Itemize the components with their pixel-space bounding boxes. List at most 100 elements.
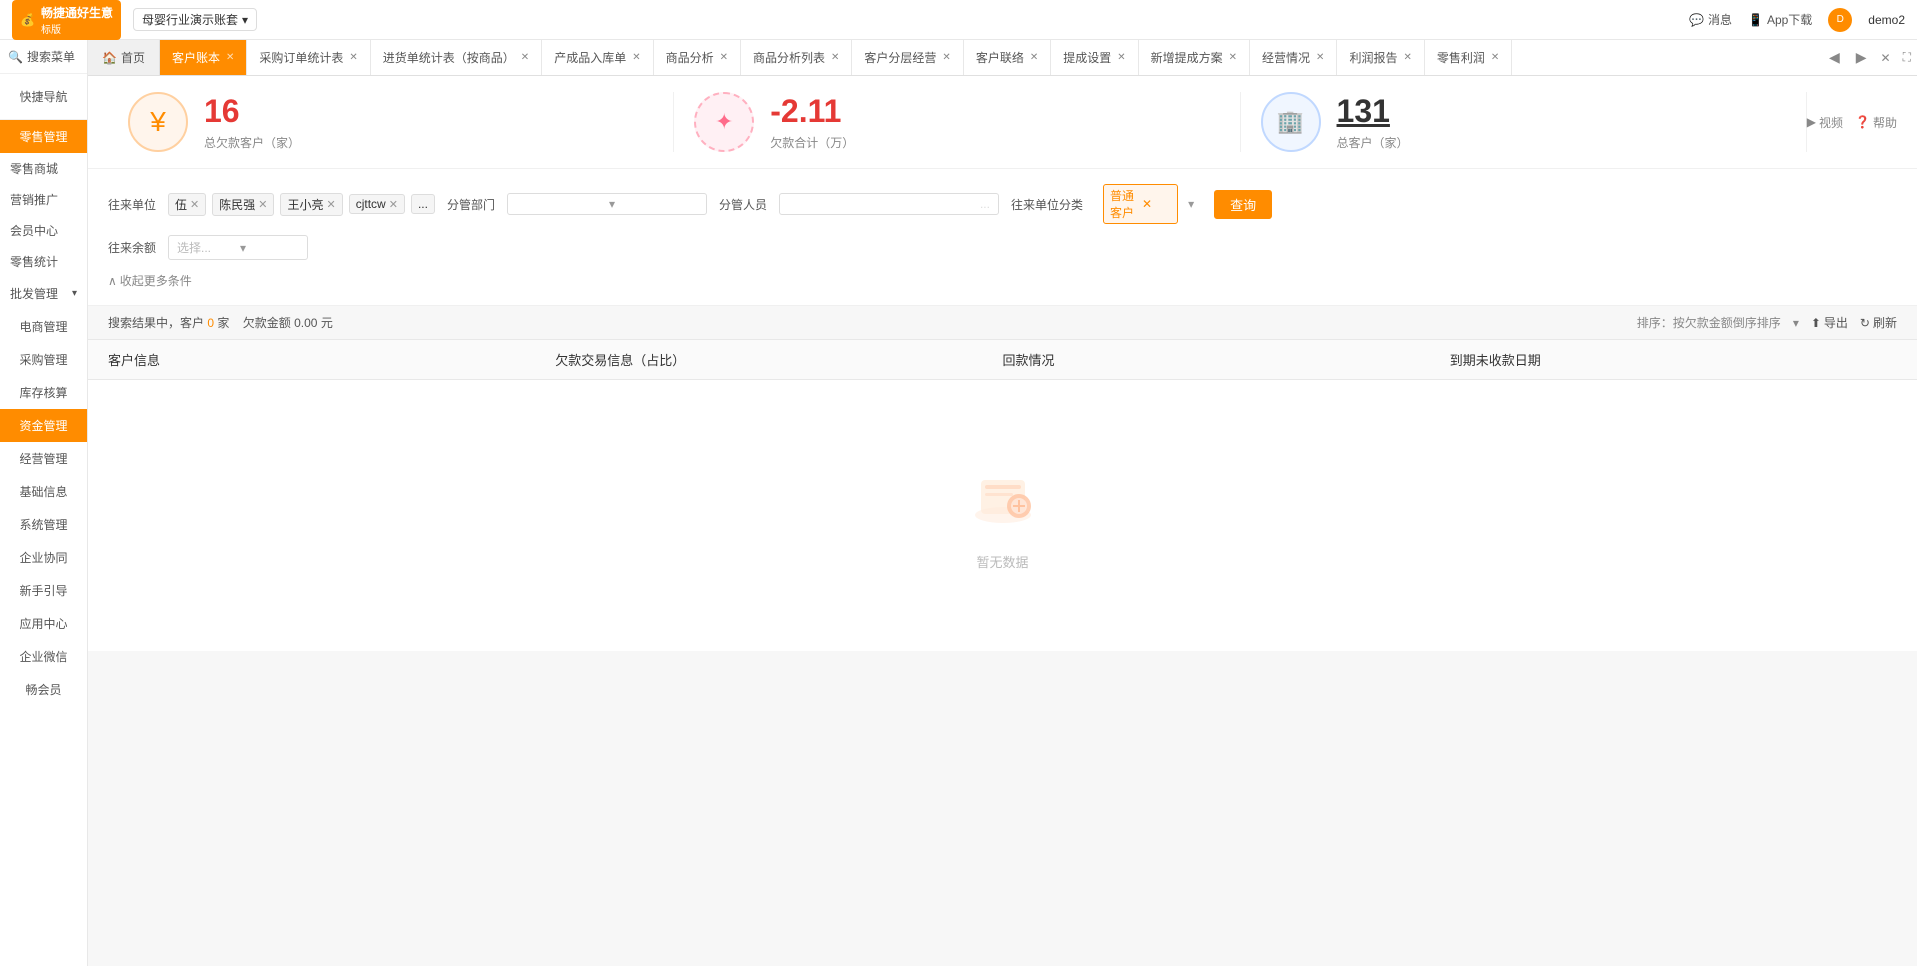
- tab-new-commission[interactable]: 新增提成方案 ✕: [1139, 40, 1250, 75]
- empty-text: 暂无数据: [976, 552, 1028, 571]
- filter-balance-select[interactable]: 选择... ▾: [168, 235, 308, 260]
- remove-tag-wu[interactable]: ✕: [190, 198, 199, 211]
- sidebar-item-marketing[interactable]: 营销推广: [0, 184, 87, 215]
- tab-customer-ledger[interactable]: 客户账本 ✕: [160, 40, 247, 75]
- stat-values-customers: 16 总欠款客户（家）: [204, 93, 300, 151]
- remove-tag-chen[interactable]: ✕: [258, 198, 267, 211]
- remove-tag-wang[interactable]: ✕: [327, 198, 336, 211]
- filter-tags-more[interactable]: ...: [411, 194, 435, 214]
- sidebar-item-member[interactable]: 会员中心: [0, 215, 87, 246]
- filter-type-select[interactable]: 普通客户 ✕ ▾: [1095, 181, 1202, 227]
- chevron-down-icon: ▾: [242, 13, 248, 27]
- help-icon: ❓: [1855, 115, 1870, 129]
- tab-close-icon[interactable]: ✕: [1316, 52, 1324, 63]
- tab-close-icon[interactable]: ✕: [632, 52, 640, 63]
- tab-close-icon[interactable]: ✕: [720, 52, 728, 63]
- tab-close-icon[interactable]: ✕: [1117, 52, 1125, 63]
- filter-unit-tags: 伍 ✕ 陈民强 ✕ 王小亮 ✕ cjttcw ✕: [168, 193, 435, 216]
- sidebar-item-finance[interactable]: 资金管理: [0, 409, 87, 442]
- sidebar-item-wholesale[interactable]: 批发管理 ▾: [0, 277, 87, 310]
- sidebar-item-system[interactable]: 系统管理: [0, 508, 87, 541]
- tab-close-icon[interactable]: ✕: [521, 52, 529, 63]
- sidebar-item-retail[interactable]: 零售管理: [0, 120, 87, 153]
- tab-close-icon[interactable]: ✕: [226, 52, 234, 63]
- stats-row: ¥ 16 总欠款客户（家） ✦ -2.11 欠款合计（万） 🏢: [88, 76, 1917, 169]
- tab-close-icon[interactable]: ✕: [349, 52, 357, 63]
- tab-close-icon[interactable]: ✕: [942, 52, 950, 63]
- export-button[interactable]: ⬆ 导出: [1811, 314, 1848, 331]
- stat-value-total: 131: [1337, 93, 1409, 130]
- sidebar-item-vip[interactable]: 畅会员: [0, 673, 87, 706]
- quick-nav-item[interactable]: 快捷导航: [0, 80, 87, 113]
- stat-card-total: 🏢 131 总客户（家）: [1241, 92, 1807, 152]
- sidebar-item-wechat[interactable]: 企业微信: [0, 640, 87, 673]
- filter-tag-wang: 王小亮 ✕: [280, 193, 342, 216]
- tab-close-icon[interactable]: ✕: [1403, 52, 1411, 63]
- filter-person-input[interactable]: ...: [779, 193, 999, 215]
- filter-person-label: 分管人员: [719, 196, 767, 213]
- remove-tag-cjttcw[interactable]: ✕: [389, 198, 398, 211]
- tab-retail-profit[interactable]: 零售利润 ✕: [1425, 40, 1512, 75]
- remove-type-tag[interactable]: ✕: [1142, 197, 1171, 211]
- sidebar-item-operations[interactable]: 经营管理: [0, 442, 87, 475]
- sidebar-item-apps[interactable]: 应用中心: [0, 607, 87, 640]
- tab-customer-contact[interactable]: 客户联络 ✕: [964, 40, 1051, 75]
- stat-actions: ▶ 视频 ❓ 帮助: [1807, 114, 1897, 131]
- refresh-button[interactable]: ↻ 刷新: [1860, 314, 1897, 331]
- tab-purchase-stats[interactable]: 采购订单统计表 ✕: [247, 40, 370, 75]
- logo-text: 畅捷通好生意 标版: [41, 4, 113, 36]
- sidebar: 🔍 搜索菜单 快捷导航 零售管理 零售商城 营销推广 会员中心 零售统计 批发管…: [0, 40, 88, 966]
- filter-tag-chen: 陈民强 ✕: [212, 193, 274, 216]
- collapse-filters-button[interactable]: ∧ 收起更多条件: [108, 272, 1897, 289]
- app-download-button[interactable]: 📱 App下载: [1748, 11, 1812, 28]
- tab-next-icon[interactable]: ▶: [1848, 49, 1875, 66]
- search-menu[interactable]: 🔍 搜索菜单: [0, 40, 87, 74]
- tab-production-entry[interactable]: 产成品入库单 ✕: [542, 40, 653, 75]
- messages-button[interactable]: 💬 消息: [1689, 11, 1732, 28]
- sort-control[interactable]: 排序：按欠款金额倒序排序: [1637, 314, 1781, 331]
- tab-commission-settings[interactable]: 提成设置 ✕: [1051, 40, 1138, 75]
- video-button[interactable]: ▶ 视频: [1807, 114, 1843, 131]
- username-label[interactable]: demo2: [1868, 13, 1905, 27]
- tab-purchase-product-stats[interactable]: 进货单统计表（按商品） ✕: [371, 40, 542, 75]
- chevron-down-icon[interactable]: ▾: [1793, 316, 1799, 330]
- tab-close-all-icon[interactable]: ✕: [1875, 51, 1897, 65]
- logo[interactable]: 💰 畅捷通好生意 标版: [12, 0, 121, 40]
- tab-close-icon[interactable]: ✕: [1030, 52, 1038, 63]
- results-info: 搜索结果中，客户 0 家 欠款金额 0.00 元: [108, 314, 333, 331]
- table-header-due-date: 到期未收款日期: [1450, 350, 1897, 369]
- tab-close-icon[interactable]: ✕: [1491, 52, 1499, 63]
- sidebar-item-guide[interactable]: 新手引导: [0, 574, 87, 607]
- stat-icon-money: ¥: [128, 92, 188, 152]
- tab-product-analysis[interactable]: 商品分析 ✕: [654, 40, 741, 75]
- sidebar-item-inventory[interactable]: 库存核算: [0, 376, 87, 409]
- query-button[interactable]: 查询: [1214, 190, 1272, 219]
- content-area: 🏠 首页 客户账本 ✕ 采购订单统计表 ✕ 进货单统计表（按商品） ✕ 产成品入…: [88, 40, 1917, 966]
- filter-dept-select[interactable]: ▾: [507, 193, 707, 215]
- tab-prev-icon[interactable]: ◀: [1821, 49, 1848, 66]
- table-header-customer: 客户信息: [108, 350, 555, 369]
- tab-maximize-icon[interactable]: ⛶: [1897, 50, 1917, 65]
- table-header: 客户信息 欠款交易信息（占比） 回款情况 到期未收款日期: [88, 340, 1917, 380]
- stat-value-customers: 16: [204, 93, 300, 130]
- tab-profit-report[interactable]: 利润报告 ✕: [1337, 40, 1424, 75]
- empty-icon: [963, 460, 1043, 540]
- tab-close-icon[interactable]: ✕: [831, 52, 839, 63]
- help-button[interactable]: ❓ 帮助: [1855, 114, 1897, 131]
- sidebar-item-basics[interactable]: 基础信息: [0, 475, 87, 508]
- account-selector[interactable]: 母婴行业演示账套 ▾: [133, 8, 257, 31]
- tab-operations[interactable]: 经营情况 ✕: [1250, 40, 1337, 75]
- tab-home[interactable]: 🏠 首页: [88, 40, 160, 75]
- filter-row-2: 往来余额 选择... ▾: [108, 235, 1897, 260]
- sidebar-item-purchase[interactable]: 采购管理: [0, 343, 87, 376]
- sidebar-item-collab[interactable]: 企业协同: [0, 541, 87, 574]
- sidebar-item-retail-stats[interactable]: 零售统计: [0, 246, 87, 277]
- filter-balance-label: 往来余额: [108, 239, 156, 256]
- tab-customer-tier[interactable]: 客户分层经营 ✕: [852, 40, 963, 75]
- avatar[interactable]: D: [1828, 8, 1852, 32]
- export-icon: ⬆: [1811, 316, 1821, 330]
- sidebar-item-retail-mall[interactable]: 零售商城: [0, 153, 87, 184]
- tab-close-icon[interactable]: ✕: [1229, 52, 1237, 63]
- tab-product-analysis-list[interactable]: 商品分析列表 ✕: [741, 40, 852, 75]
- sidebar-item-ecommerce[interactable]: 电商管理: [0, 310, 87, 343]
